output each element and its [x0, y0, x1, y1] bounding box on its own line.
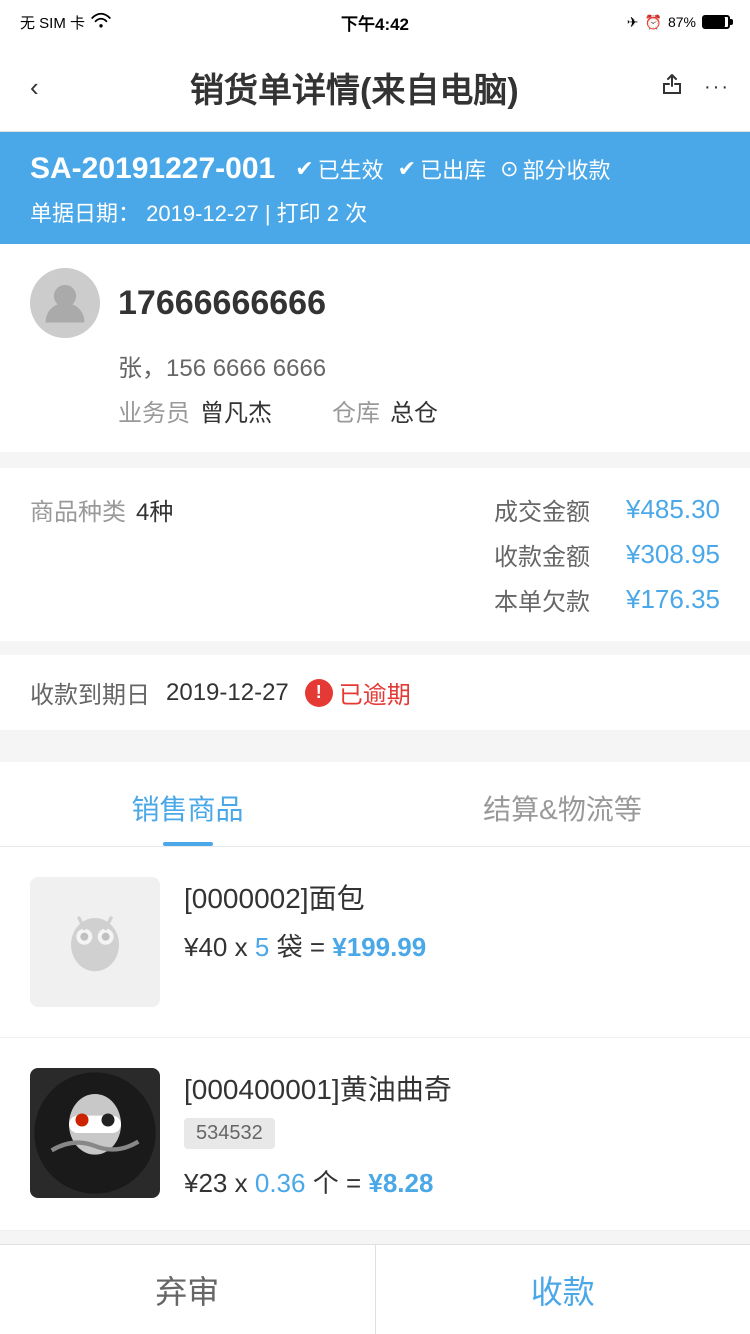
summary-row: 商品种类 4种 成交金额 ¥485.30 收款金额 ¥308.95 本单欠款 ¥… [30, 492, 720, 617]
product-sku-2: 534532 [184, 1118, 275, 1149]
summary-right: 成交金额 ¥485.30 收款金额 ¥308.95 本单欠款 ¥176.35 [494, 492, 720, 617]
received-amount-value: ¥308.95 [610, 539, 720, 570]
product-image-2 [30, 1068, 160, 1198]
status-partial: ⊙ 部分收款 [500, 153, 610, 185]
deal-amount-label: 成交金额 [494, 492, 590, 527]
product-name-2: [000400001]黄油曲奇 [184, 1068, 720, 1108]
order-id: SA-20191227-001 [30, 152, 275, 186]
category-label: 商品种类 [30, 492, 126, 527]
product-qty-1: 5 [255, 932, 269, 962]
back-button[interactable]: ‹ [20, 62, 49, 113]
overdue-label: 已逾期 [339, 675, 411, 710]
product-total-1: ¥199.99 [332, 932, 426, 962]
nav-bar: ‹ 销货单详情(来自电脑) ··· [0, 44, 750, 132]
debt-amount-row: 本单欠款 ¥176.35 [494, 582, 720, 617]
carrier-text: 无 SIM 卡 [20, 12, 85, 33]
print-info: | 打印 2 次 [265, 201, 367, 226]
bottom-bar: 弃审 收款 [0, 1244, 750, 1334]
collect-payment-button[interactable]: 收款 [376, 1245, 750, 1334]
battery-icon [702, 15, 730, 29]
category-count: 4种 [136, 492, 173, 527]
summary-section: 商品种类 4种 成交金额 ¥485.30 收款金额 ¥308.95 本单欠款 ¥… [0, 468, 750, 641]
debt-label: 本单欠款 [494, 582, 590, 617]
warehouse-label: 仓库 [332, 393, 380, 428]
wifi-icon [91, 12, 111, 32]
page-title: 销货单详情(来自电脑) [49, 63, 660, 112]
warehouse-item: 仓库 总仓 [332, 393, 438, 428]
product-price-2: ¥23 [184, 1168, 227, 1198]
overdue-icon: ! [305, 679, 333, 707]
debt-amount-value: ¥176.35 [610, 584, 720, 615]
customer-name: 17666666666 [118, 284, 326, 323]
more-button[interactable]: ··· [704, 76, 730, 99]
due-date-value: 2019-12-27 [166, 679, 289, 707]
status-effective: ✔ 已生效 [295, 153, 383, 185]
summary-left: 商品种类 4种 [30, 492, 173, 527]
product-qty-2: 0.36 [255, 1168, 306, 1198]
header-bottom-row: 单据日期： 2019-12-27 | 打印 2 次 [30, 196, 720, 228]
tabs-section: 销售商品 结算&物流等 [0, 762, 750, 847]
alarm-icon: ⏰ [645, 14, 662, 31]
received-amount-label: 收款金额 [494, 537, 590, 572]
divider-2 [0, 730, 750, 746]
received-amount-row: 收款金额 ¥308.95 [494, 537, 720, 572]
tab-sales-products[interactable]: 销售商品 [0, 762, 375, 846]
order-date: 2019-12-27 [146, 201, 259, 226]
status-bar: 无 SIM 卡 下午4:42 ✈ ⏰ 87% [0, 0, 750, 44]
product-price-row-2: ¥23 x 0.36 个 = ¥8.28 [184, 1163, 720, 1200]
divider-1 [0, 452, 750, 468]
product-price-row-1: ¥40 x 5 袋 = ¥199.99 [184, 927, 720, 964]
customer-section: 17666666666 张，156 6666 6666 业务员 曾凡杰 仓库 总… [0, 244, 750, 452]
status-shipped: ✔ 已出库 [398, 153, 486, 185]
date-label: 单据日期： [30, 201, 140, 226]
customer-meta: 业务员 曾凡杰 仓库 总仓 [118, 393, 720, 428]
product-total-2: ¥8.28 [368, 1168, 433, 1198]
product-info-2: [000400001]黄油曲奇 534532 ¥23 x 0.36 个 = ¥8… [184, 1068, 720, 1200]
salesman-item: 业务员 曾凡杰 [118, 393, 272, 428]
status-tags: ✔ 已生效 ✔ 已出库 ⊙ 部分收款 [295, 153, 610, 185]
tabs-row: 销售商品 结算&物流等 [0, 762, 750, 846]
product-item: [0000002]面包 ¥40 x 5 袋 = ¥199.99 [0, 847, 750, 1038]
deal-amount-row: 成交金额 ¥485.30 [494, 492, 720, 527]
blue-header: SA-20191227-001 ✔ 已生效 ✔ 已出库 ⊙ 部分收款 单据日期：… [0, 132, 750, 244]
product-name-1: [0000002]面包 [184, 877, 720, 917]
product-image-1 [30, 877, 160, 1007]
partial-icon: ⊙ [500, 156, 518, 182]
avatar [30, 268, 100, 338]
header-top-row: SA-20191227-001 ✔ 已生效 ✔ 已出库 ⊙ 部分收款 [30, 152, 720, 186]
deal-amount-value: ¥485.30 [610, 494, 720, 525]
cancel-review-button[interactable]: 弃审 [0, 1245, 376, 1334]
nav-right-actions: ··· [660, 72, 730, 103]
due-date-label: 收款到期日 [30, 675, 150, 710]
share-button[interactable] [660, 72, 684, 103]
product-price-1: ¥40 [184, 932, 227, 962]
warehouse-value: 总仓 [390, 393, 438, 428]
product-unit-2: 个 [313, 1168, 339, 1198]
salesman-value: 曾凡杰 [200, 393, 272, 428]
status-bar-time: 下午4:42 [341, 10, 409, 35]
customer-phone: 张，156 6666 6666 [118, 348, 720, 383]
status-bar-left: 无 SIM 卡 [20, 12, 111, 33]
battery-percent: 87% [668, 14, 696, 30]
product-info-1: [0000002]面包 ¥40 x 5 袋 = ¥199.99 [184, 877, 720, 964]
product-item: [000400001]黄油曲奇 534532 ¥23 x 0.36 个 = ¥8… [0, 1038, 750, 1231]
customer-row: 17666666666 [30, 268, 720, 338]
tab-settlement[interactable]: 结算&物流等 [375, 762, 750, 846]
effective-icon: ✔ [295, 156, 313, 182]
overdue-badge: ! 已逾期 [305, 675, 411, 710]
shipped-icon: ✔ [398, 156, 416, 182]
products-section: [0000002]面包 ¥40 x 5 袋 = ¥199.99 [0, 847, 750, 1231]
product-unit-1: 袋 [277, 932, 303, 962]
salesman-label: 业务员 [118, 393, 190, 428]
status-bar-right: ✈ ⏰ 87% [627, 14, 730, 31]
due-date-section: 收款到期日 2019-12-27 ! 已逾期 [0, 655, 750, 730]
location-icon: ✈ [627, 14, 639, 31]
